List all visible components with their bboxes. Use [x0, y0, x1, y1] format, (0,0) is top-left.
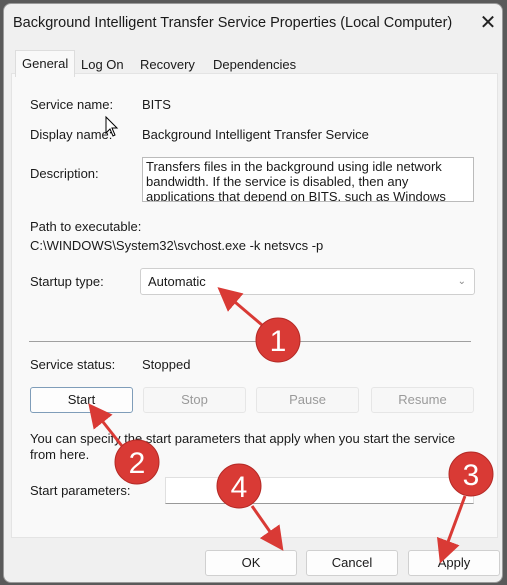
annotation-arrow-2 — [88, 403, 124, 447]
annotation-arrow-3 — [437, 495, 467, 564]
annotation-overlay: 1 2 3 4 — [88, 115, 494, 564]
svg-text:2: 2 — [129, 447, 146, 480]
mouse-cursor-icon — [105, 115, 119, 137]
svg-text:3: 3 — [463, 459, 480, 492]
svg-text:1: 1 — [270, 325, 287, 358]
annotation-marker-3: 3 — [448, 451, 494, 497]
annotation-marker-1: 1 — [255, 317, 301, 363]
annotation-marker-4: 4 — [216, 463, 262, 509]
annotation-arrow-4 — [250, 505, 284, 551]
svg-text:4: 4 — [231, 471, 248, 504]
annotation-arrow-1 — [217, 287, 263, 327]
annotation-marker-2: 2 — [114, 439, 160, 485]
